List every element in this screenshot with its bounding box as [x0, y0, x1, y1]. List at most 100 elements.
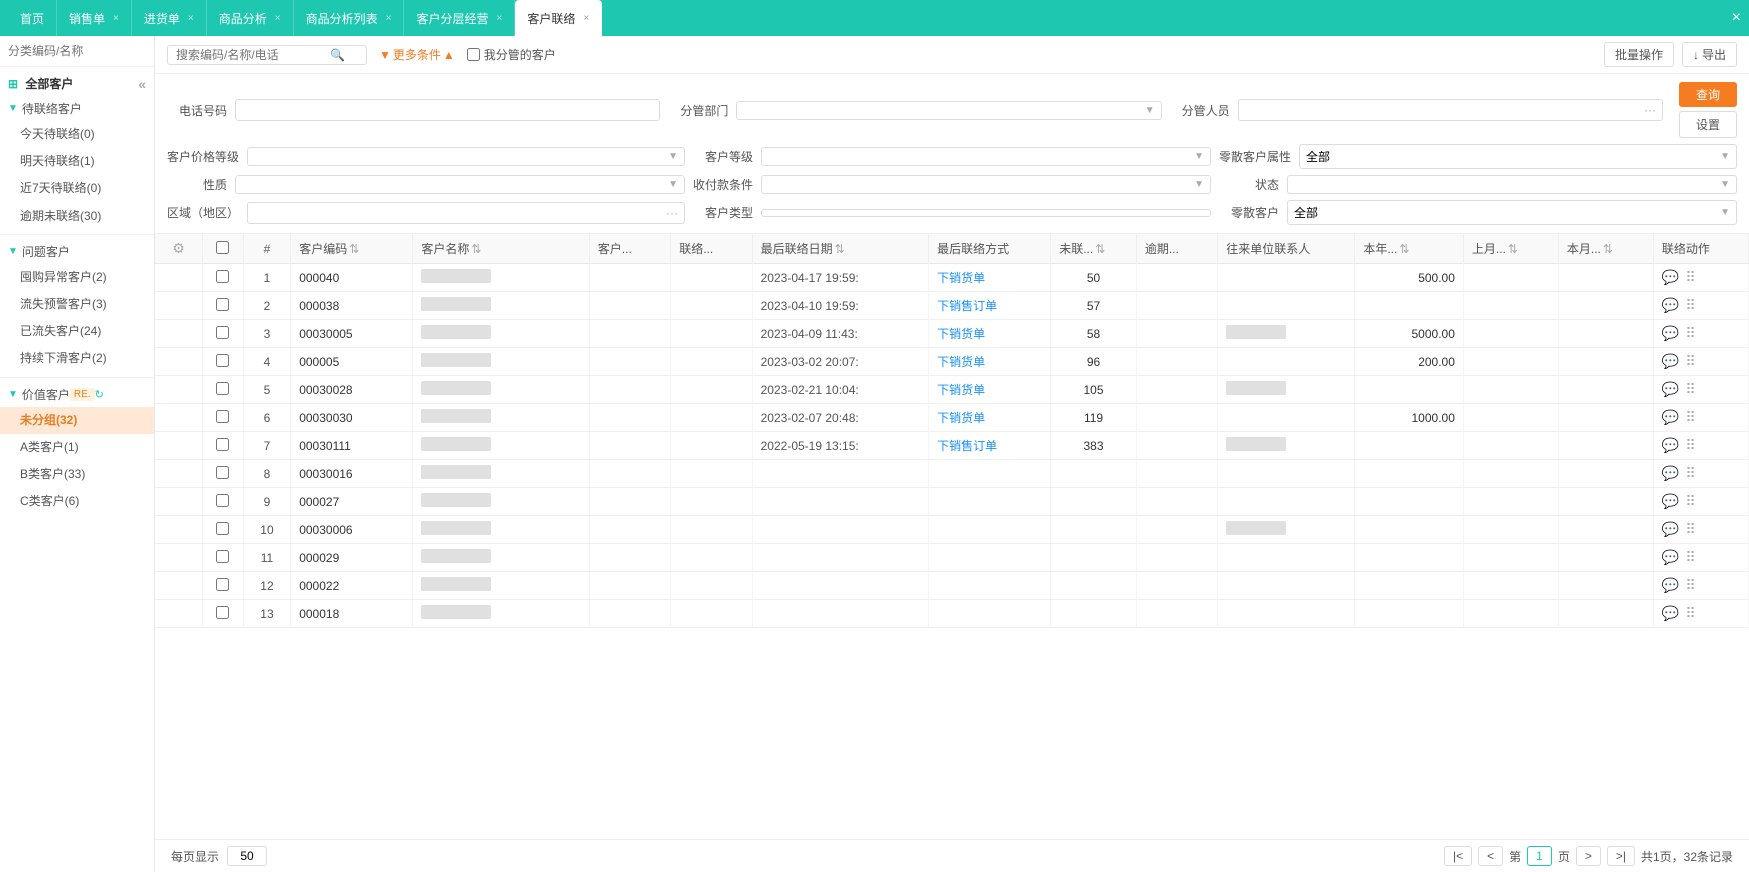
sidebar-item-hoarding-abnormal[interactable]: 囤购异常客户(2): [0, 264, 154, 291]
reset-button[interactable]: 设置: [1679, 111, 1737, 138]
sidebar-item-7days-pending[interactable]: 近7天待联络(0): [0, 175, 154, 202]
staff-select[interactable]: ···: [1238, 99, 1663, 121]
dept-select[interactable]: ▼: [736, 101, 1161, 120]
main-search-input[interactable]: [176, 48, 326, 62]
tab-product-analysis-close[interactable]: ×: [275, 13, 281, 24]
more-action-icon[interactable]: ⠿: [1685, 409, 1695, 426]
sidebar-item-class-a[interactable]: A类客户(1): [0, 434, 154, 461]
search-box[interactable]: 🔍: [167, 45, 367, 65]
col-lastdate-header[interactable]: 最后联络日期⇅: [752, 234, 928, 264]
col-code-header[interactable]: 客户编码⇅: [291, 234, 413, 264]
staff-more-icon[interactable]: ···: [1644, 103, 1656, 117]
query-button[interactable]: 查询: [1679, 82, 1737, 107]
col-thismonth-header[interactable]: 本月...⇅: [1558, 234, 1653, 264]
contact-icon[interactable]: 💬: [1662, 269, 1679, 286]
my-customers-checkbox[interactable]: 我分管的客户: [467, 46, 556, 63]
contact-icon[interactable]: 💬: [1662, 409, 1679, 426]
last-way-link[interactable]: 下销货单: [937, 327, 985, 341]
contact-icon[interactable]: 💬: [1662, 521, 1679, 538]
price-level-select[interactable]: ▼: [247, 147, 685, 166]
more-action-icon[interactable]: ⠿: [1685, 465, 1695, 482]
row-checkbox[interactable]: [216, 550, 229, 563]
sidebar-item-churn-warning[interactable]: 流失预警客户(3): [0, 291, 154, 318]
next-page-btn[interactable]: >: [1576, 846, 1601, 866]
refresh-icon[interactable]: ↻: [95, 388, 104, 401]
contact-icon[interactable]: 💬: [1662, 493, 1679, 510]
more-action-icon[interactable]: ⠿: [1685, 437, 1695, 454]
row-checkbox[interactable]: [216, 522, 229, 535]
contact-icon[interactable]: 💬: [1662, 605, 1679, 622]
sidebar-collapse-icon[interactable]: «: [138, 76, 146, 92]
contact-icon[interactable]: 💬: [1662, 465, 1679, 482]
region-select[interactable]: ···: [247, 202, 685, 224]
contact-icon[interactable]: 💬: [1662, 577, 1679, 594]
row-checkbox[interactable]: [216, 606, 229, 619]
col-thisyear-header[interactable]: 本年...⇅: [1355, 234, 1464, 264]
contact-icon[interactable]: 💬: [1662, 381, 1679, 398]
tab-sales-close[interactable]: ×: [113, 13, 119, 24]
window-close-icon[interactable]: ×: [1732, 9, 1741, 27]
last-way-link[interactable]: 下销售订单: [937, 299, 997, 313]
retail-attr-select[interactable]: 全部 ▼: [1299, 144, 1737, 169]
more-action-icon[interactable]: ⠿: [1685, 269, 1695, 286]
phone-input[interactable]: [235, 99, 660, 121]
row-checkbox[interactable]: [216, 410, 229, 423]
customer-type-select[interactable]: [761, 209, 1211, 217]
region-more-icon[interactable]: ···: [666, 206, 678, 220]
last-way-link[interactable]: 下销货单: [937, 383, 985, 397]
row-checkbox[interactable]: [216, 326, 229, 339]
sidebar-item-declining[interactable]: 持续下滑客户(2): [0, 345, 154, 372]
last-way-link[interactable]: 下销货单: [937, 355, 985, 369]
more-action-icon[interactable]: ⠿: [1685, 353, 1695, 370]
sidebar-item-tomorrow-pending[interactable]: 明天待联络(1): [0, 148, 154, 175]
sidebar-item-unclassified[interactable]: 未分组(32): [0, 407, 154, 434]
prev-page-btn[interactable]: <: [1478, 846, 1503, 866]
my-customers-check[interactable]: [467, 48, 480, 61]
tab-purchase-close[interactable]: ×: [188, 13, 194, 24]
last-way-link[interactable]: 下销货单: [937, 271, 985, 285]
tab-product-analysis[interactable]: 商品分析 ×: [207, 0, 294, 36]
tab-customer-segment[interactable]: 客户分层经营 ×: [404, 0, 515, 36]
tab-sales[interactable]: 销售单 ×: [57, 0, 132, 36]
sidebar-search-input[interactable]: [8, 44, 155, 58]
contact-icon[interactable]: 💬: [1662, 353, 1679, 370]
tab-customer-segment-close[interactable]: ×: [496, 13, 502, 24]
contact-icon[interactable]: 💬: [1662, 549, 1679, 566]
last-page-btn[interactable]: >|: [1607, 846, 1635, 866]
contact-icon[interactable]: 💬: [1662, 325, 1679, 342]
sidebar-item-today-pending[interactable]: 今天待联络(0): [0, 121, 154, 148]
more-action-icon[interactable]: ⠿: [1685, 605, 1695, 622]
table-settings-icon[interactable]: ⚙: [172, 240, 185, 256]
more-action-icon[interactable]: ⠿: [1685, 297, 1695, 314]
col-notcontact-header[interactable]: 未联...⇅: [1051, 234, 1137, 264]
more-action-icon[interactable]: ⠿: [1685, 493, 1695, 510]
col-name-header[interactable]: 客户名称⇅: [413, 234, 589, 264]
tab-customer-contact[interactable]: 客户联络 ×: [515, 0, 602, 36]
export-button[interactable]: ↓ 导出: [1682, 42, 1737, 67]
status-select[interactable]: ▼: [1287, 175, 1737, 194]
sidebar-group-pending[interactable]: ▼ 待联络客户: [0, 96, 154, 121]
nature-select[interactable]: ▼: [235, 175, 685, 194]
tab-customer-contact-close[interactable]: ×: [583, 13, 589, 24]
tab-product-analysis-list[interactable]: 商品分析列表 ×: [294, 0, 405, 36]
more-action-icon[interactable]: ⠿: [1685, 521, 1695, 538]
row-checkbox[interactable]: [216, 270, 229, 283]
tab-product-analysis-list-close[interactable]: ×: [386, 13, 392, 24]
row-checkbox[interactable]: [216, 382, 229, 395]
last-way-link[interactable]: 下销售订单: [937, 439, 997, 453]
sidebar-item-class-c[interactable]: C类客户(6): [0, 488, 154, 515]
row-checkbox[interactable]: [216, 466, 229, 479]
tab-purchase[interactable]: 进货单 ×: [132, 0, 207, 36]
more-action-icon[interactable]: ⠿: [1685, 577, 1695, 594]
batch-ops-button[interactable]: 批量操作: [1604, 42, 1674, 67]
row-checkbox[interactable]: [216, 298, 229, 311]
sidebar-group-problem[interactable]: ▼ 问题客户: [0, 239, 154, 264]
more-action-icon[interactable]: ⠿: [1685, 381, 1695, 398]
more-conditions-btn[interactable]: ▼ 更多条件 ▲: [379, 46, 455, 63]
more-action-icon[interactable]: ⠿: [1685, 549, 1695, 566]
tab-home[interactable]: 首页: [8, 0, 57, 36]
retail-customer-select[interactable]: 全部 ▼: [1287, 200, 1737, 225]
row-checkbox[interactable]: [216, 354, 229, 367]
contact-icon[interactable]: 💬: [1662, 437, 1679, 454]
select-all-checkbox[interactable]: [216, 241, 229, 254]
